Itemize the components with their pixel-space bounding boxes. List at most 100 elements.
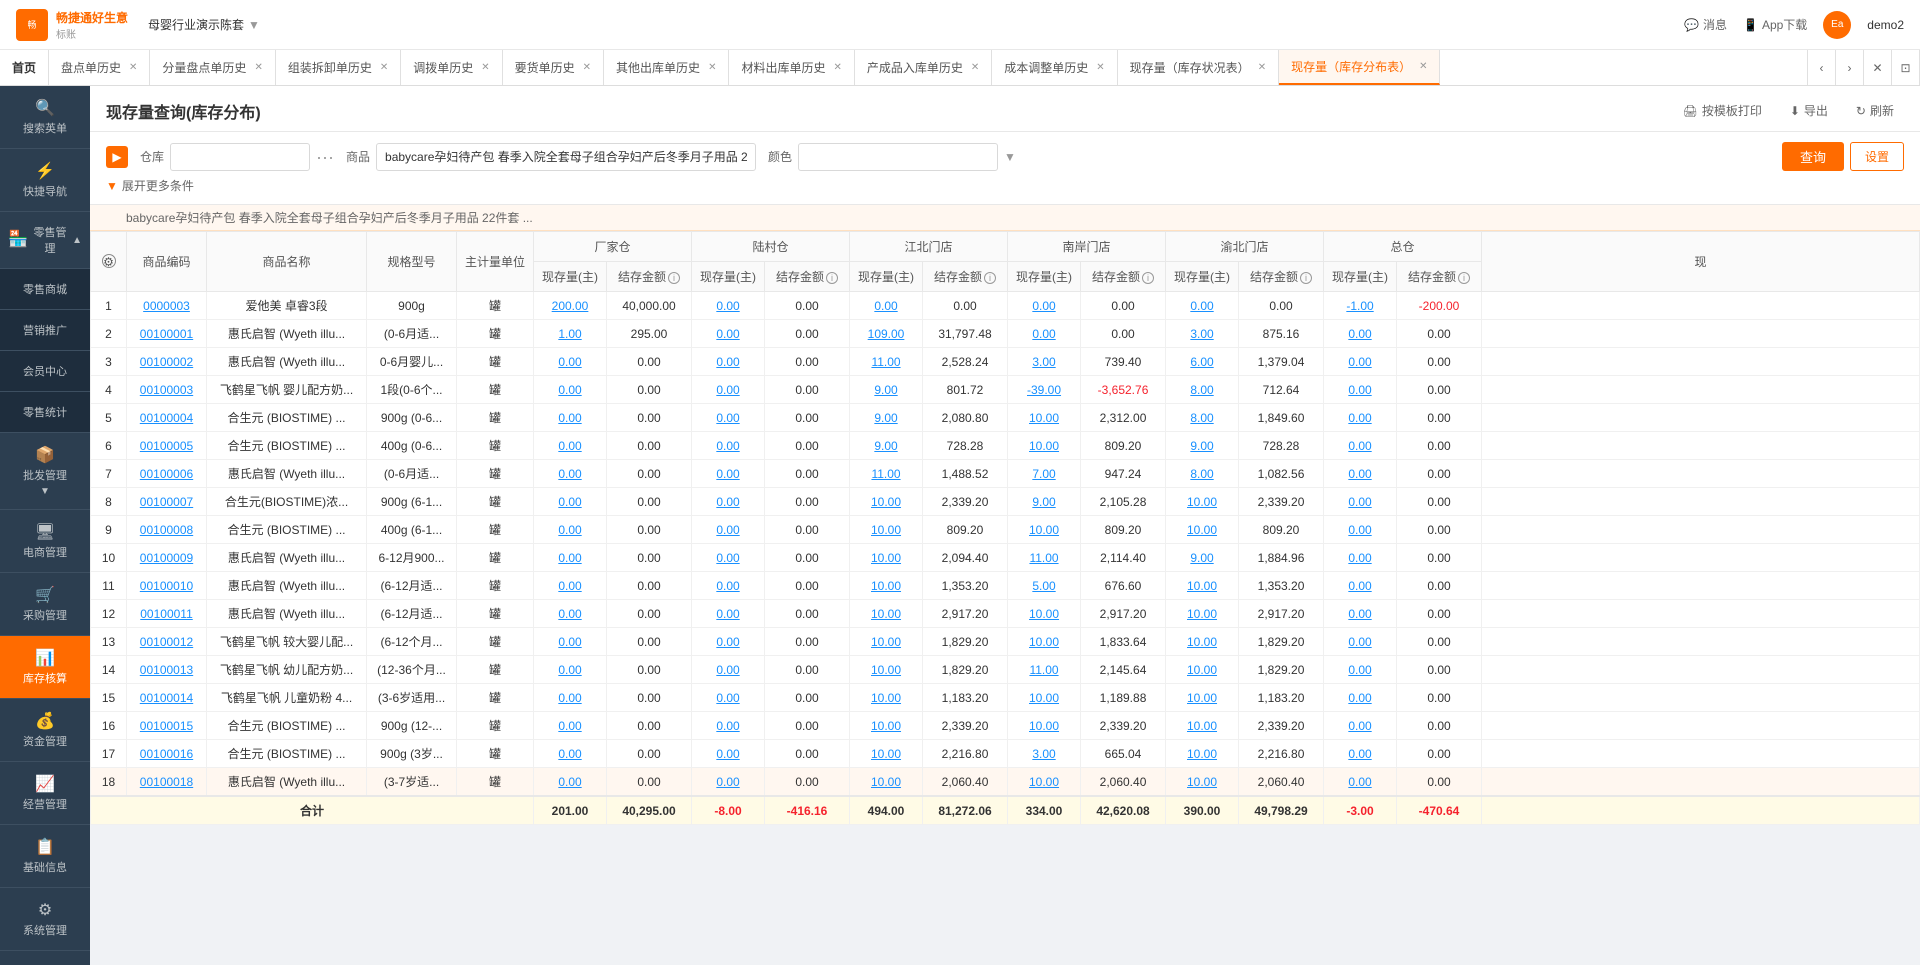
row-total-amt: 0.00 — [1397, 684, 1482, 712]
row-yubei-amt: 2,339.20 — [1239, 712, 1324, 740]
row-nanan-amt: 0.00 — [1081, 292, 1166, 320]
row-factory-qty: 0.00 — [534, 544, 607, 572]
sidebar-item-retailstat[interactable]: 零售统计 — [0, 392, 90, 433]
table-row: 14 00100013 飞鹤星飞帆 幼儿配方奶... (12-36个月... 罐… — [91, 656, 1920, 684]
row-factory-qty: 0.00 — [534, 432, 607, 460]
tab-kucun-status[interactable]: 现存量（库存状况表） ✕ — [1118, 50, 1279, 85]
tab-expand-btn[interactable]: ⊡ — [1892, 50, 1920, 86]
row-factory-qty: 0.00 — [534, 684, 607, 712]
sidebar-item-member[interactable]: 会员中心 — [0, 351, 90, 392]
sidebar-item-ecommerce[interactable]: 🖥 电商管理 — [0, 510, 90, 573]
tab-qita[interactable]: 其他出库单历史 ✕ — [604, 50, 729, 85]
row-yubei-amt: 0.00 — [1239, 292, 1324, 320]
row-factory-amt: 0.00 — [607, 628, 692, 656]
row-total-qty: 0.00 — [1324, 740, 1397, 768]
query-button[interactable]: 查询 — [1782, 142, 1844, 171]
th-jiangbei-qty: 现存量(主) — [850, 262, 923, 292]
row-nanan-amt: 665.04 — [1081, 740, 1166, 768]
row-yubei-amt: 728.28 — [1239, 432, 1324, 460]
row-name: 惠氏启智 (Wyeth illu... — [207, 572, 367, 600]
table-wrapper[interactable]: ⚙ 商品编码 商品名称 规格型号 主计量单位 厂家仓 陆村仓 江北门店 南岸门店… — [90, 231, 1920, 965]
tab-prev-btn[interactable]: ‹ — [1808, 50, 1836, 86]
tab-next-btn[interactable]: › — [1836, 50, 1864, 86]
row-code: 00100005 — [127, 432, 207, 460]
tab-cailiao[interactable]: 材料出库单历史 ✕ — [729, 50, 854, 85]
messages-btn[interactable]: 💬 消息 — [1684, 16, 1727, 33]
tab-yaohuo[interactable]: 要货单历史 ✕ — [503, 50, 604, 85]
color-input[interactable] — [798, 143, 998, 171]
sidebar-item-search[interactable]: 🔍 搜索英单 — [0, 86, 90, 149]
tab-zuhe[interactable]: 组装拆卸单历史 ✕ — [276, 50, 401, 85]
footer-extra — [1482, 796, 1920, 825]
row-total-amt: 0.00 — [1397, 656, 1482, 684]
page-title: 现存量查询(库存分布) — [106, 99, 261, 123]
tab-chancheng[interactable]: 产成品入库单历史 ✕ — [855, 50, 992, 85]
sidebar-item-wholesale[interactable]: 📦 批发管理 ▼ — [0, 433, 90, 510]
row-spec: (3-6岁适用... — [367, 684, 457, 712]
refresh-btn[interactable]: ↻ 刷新 — [1846, 98, 1904, 123]
row-lucun-amt: 0.00 — [765, 544, 850, 572]
row-code: 00100016 — [127, 740, 207, 768]
row-yubei-amt: 1,884.96 — [1239, 544, 1324, 572]
sidebar-item-operations[interactable]: 📈 经营管理 — [0, 762, 90, 825]
sidebar-item-inventory[interactable]: 📊 库存核算 — [0, 636, 90, 699]
tab-fenpan[interactable]: 分量盘点单历史 ✕ — [150, 50, 275, 85]
row-total-qty: 0.00 — [1324, 320, 1397, 348]
row-factory-qty: 0.00 — [534, 740, 607, 768]
sidebar-item-marketing[interactable]: 营销推广 — [0, 310, 90, 351]
filter-more-toggle[interactable]: ▼ 展开更多条件 — [106, 177, 1904, 194]
row-no: 8 — [91, 488, 127, 516]
row-lucun-qty: 0.00 — [692, 404, 765, 432]
row-lucun-qty: 0.00 — [692, 488, 765, 516]
tab-kucun-dist[interactable]: 现存量（库存分布表） ✕ — [1279, 50, 1440, 85]
table-row: 5 00100004 合生元 (BIOSTIME) ... 900g (0-6.… — [91, 404, 1920, 432]
warehouse-input[interactable] — [170, 143, 310, 171]
row-total-qty: 0.00 — [1324, 572, 1397, 600]
row-spec: (6-12个月... — [367, 628, 457, 656]
tab-chengben[interactable]: 成本调整单历史 ✕ — [992, 50, 1117, 85]
row-no: 7 — [91, 460, 127, 488]
tab-diaob[interactable]: 调拨单历史 ✕ — [401, 50, 502, 85]
sidebar-item-retailstore[interactable]: 零售商城 — [0, 269, 90, 310]
print-btn[interactable]: 🖨 按模板打印 — [1673, 98, 1772, 123]
table-row: 16 00100015 合生元 (BIOSTIME) ... 900g (12-… — [91, 712, 1920, 740]
table-row: 3 00100002 惠氏启智 (Wyeth illu... 0-6月婴儿...… — [91, 348, 1920, 376]
row-extra — [1482, 376, 1920, 404]
row-unit: 罐 — [457, 348, 534, 376]
export-btn[interactable]: ⬇ 导出 — [1780, 98, 1838, 123]
filter-expand-toggle[interactable]: ▶ — [106, 146, 128, 168]
filter-warehouse: 仓库 ··· — [140, 143, 334, 171]
goods-value-display: babycare孕妇待产包 春季入院全套母子组合孕妇产后冬季月子用品 22件套 … — [90, 205, 1920, 231]
row-name: 合生元 (BIOSTIME) ... — [207, 712, 367, 740]
sidebar-item-basic[interactable]: 📋 基础信息 — [0, 825, 90, 888]
sidebar-item-system[interactable]: ⚙ 系统管理 — [0, 888, 90, 951]
row-lucun-amt: 0.00 — [765, 488, 850, 516]
row-jiangbei-qty: 9.00 — [850, 376, 923, 404]
row-extra — [1482, 292, 1920, 320]
goods-input[interactable] — [376, 143, 756, 171]
setting-button[interactable]: 设置 — [1850, 142, 1904, 171]
row-yubei-qty: 10.00 — [1166, 600, 1239, 628]
tab-close-all-btn[interactable]: ✕ — [1864, 50, 1892, 86]
tab-home[interactable]: 首页 — [0, 50, 49, 85]
sidebar-item-purchase[interactable]: 🛒 采购管理 — [0, 573, 90, 636]
th-nanan-amt: 结存金额i — [1081, 262, 1166, 292]
row-lucun-qty: 0.00 — [692, 348, 765, 376]
row-factory-amt: 0.00 — [607, 516, 692, 544]
sidebar-item-quicknav[interactable]: ⚡ 快捷导航 — [0, 149, 90, 212]
industry-selector[interactable]: 母婴行业演示陈套 ▼ — [148, 16, 260, 33]
row-name: 惠氏启智 (Wyeth illu... — [207, 460, 367, 488]
row-yubei-amt: 1,183.20 — [1239, 684, 1324, 712]
sidebar-item-collab[interactable]: 🤝 企业协同 — [0, 951, 90, 965]
sidebar-item-finance[interactable]: 💰 资金管理 — [0, 699, 90, 762]
color-dropdown[interactable]: ▼ — [1004, 150, 1016, 164]
row-yubei-amt: 1,379.04 — [1239, 348, 1324, 376]
row-jiangbei-qty: 10.00 — [850, 684, 923, 712]
row-nanan-qty: 0.00 — [1008, 292, 1081, 320]
row-factory-amt: 0.00 — [607, 376, 692, 404]
user-avatar[interactable]: Ea — [1823, 11, 1851, 39]
sidebar-item-retail[interactable]: 🏪 零售管理 ▲ — [0, 212, 90, 269]
row-total-qty: 0.00 — [1324, 460, 1397, 488]
app-download-btn[interactable]: 📱 App下载 — [1743, 16, 1807, 33]
tab-pandian[interactable]: 盘点单历史 ✕ — [49, 50, 150, 85]
